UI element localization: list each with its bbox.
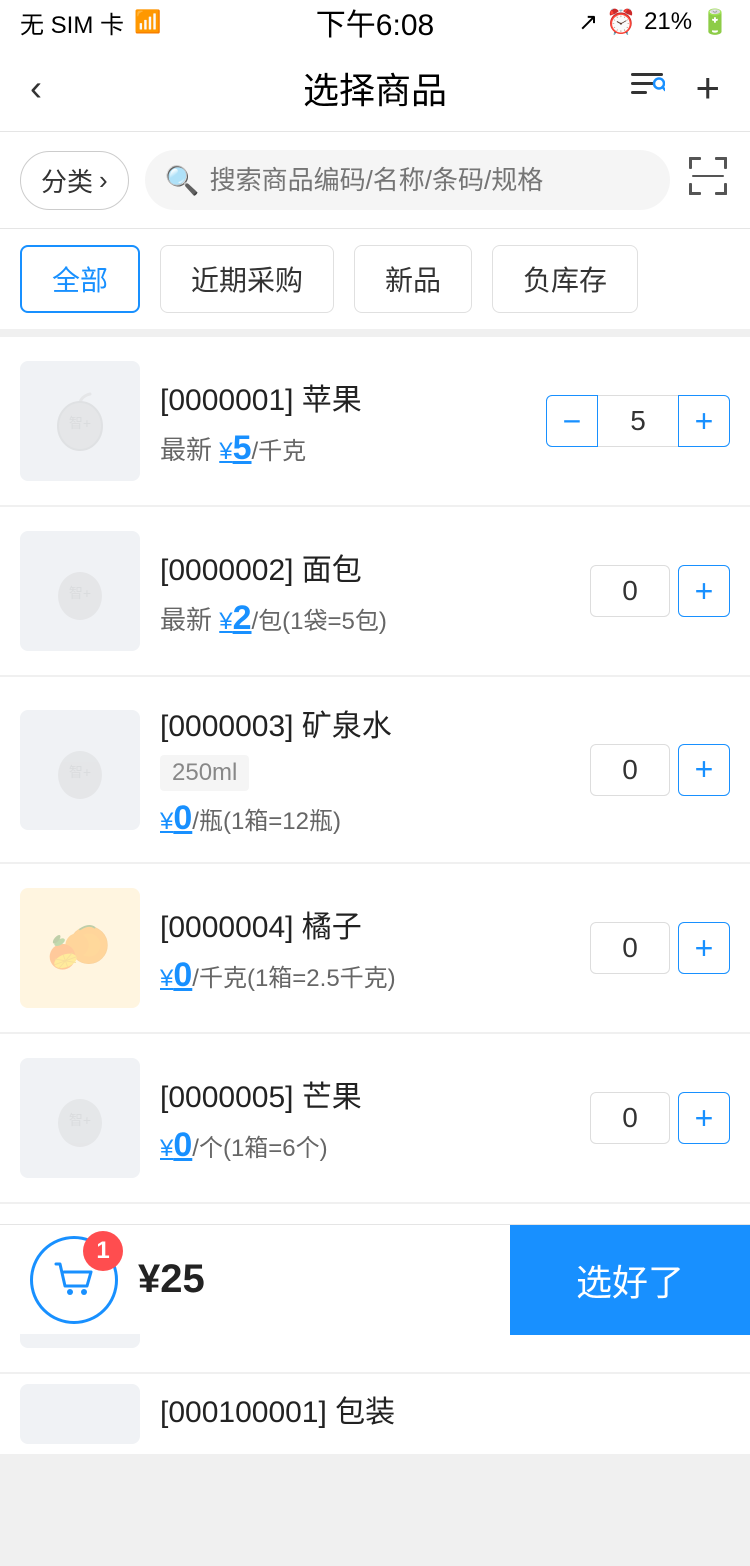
carrier-label: 无 SIM 卡 xyxy=(20,5,124,40)
back-button[interactable]: ‹ xyxy=(30,67,42,109)
battery-label: 21% xyxy=(644,8,692,36)
qty-plus-button[interactable]: + xyxy=(678,922,730,974)
product-item: [0000004] 橘子 ¥0/千克(1箱=2.5千克) + xyxy=(0,864,750,1032)
cart-area: 1 ¥25 xyxy=(30,1236,510,1324)
wifi-icon: 📶 xyxy=(134,9,161,35)
product-price: 最新 ¥2/包(1袋=5包) xyxy=(160,599,570,638)
qty-plus-button[interactable]: + xyxy=(678,1092,730,1144)
filter-bar: 分类 › 🔍 xyxy=(0,132,750,229)
svg-text:智+: 智+ xyxy=(69,1112,91,1128)
product-thumb xyxy=(20,1384,140,1444)
category-chevron: › xyxy=(99,165,108,196)
add-button[interactable]: + xyxy=(695,64,720,112)
search-input[interactable] xyxy=(210,165,650,196)
cart-button[interactable]: 1 xyxy=(30,1236,118,1324)
nav-actions: + xyxy=(629,64,720,112)
product-item: 智+ [0000003] 矿泉水 250ml ¥0/瓶(1箱=12瓶) + xyxy=(0,677,750,862)
product-info: [000100001] 包装 xyxy=(160,1387,730,1441)
location-icon: ↗ xyxy=(578,8,598,37)
nav-bar: ‹ 选择商品 + xyxy=(0,44,750,132)
cart-total: ¥25 xyxy=(138,1257,205,1302)
product-name: [0000005] 芒果 xyxy=(160,1072,570,1116)
tab-recent[interactable]: 近期采购 xyxy=(160,245,334,313)
product-thumb: 智+ xyxy=(20,710,140,830)
category-button[interactable]: 分类 › xyxy=(20,151,129,210)
qty-input[interactable] xyxy=(590,1092,670,1144)
product-price: ¥0/千克(1箱=2.5千克) xyxy=(160,956,570,995)
product-thumb xyxy=(20,888,140,1008)
product-name: [0000002] 面包 xyxy=(160,545,570,589)
product-price: 最新 ¥5/千克 xyxy=(160,429,526,468)
bottom-bar: 1 ¥25 选好了 xyxy=(0,1224,750,1334)
qty-plus-button[interactable]: + xyxy=(678,395,730,447)
search-box: 🔍 xyxy=(145,150,670,210)
alarm-icon: ⏰ xyxy=(606,8,636,37)
product-name: [000100001] 包装 xyxy=(160,1387,730,1431)
product-item-partial: [000100001] 包装 xyxy=(0,1374,750,1454)
product-thumb: 智+ xyxy=(20,1058,140,1178)
product-spec: 250ml xyxy=(160,755,249,791)
status-time: 下午6:08 xyxy=(316,0,434,44)
tab-new[interactable]: 新品 xyxy=(354,245,472,313)
qty-control: + xyxy=(590,565,730,617)
qty-input[interactable] xyxy=(590,922,670,974)
svg-text:智+: 智+ xyxy=(69,764,91,780)
status-right: ↗ ⏰ 21% 🔋 xyxy=(578,8,730,37)
tab-negative[interactable]: 负库存 xyxy=(492,245,638,313)
svg-text:智+: 智+ xyxy=(69,585,91,601)
qty-minus-button[interactable]: − xyxy=(546,395,598,447)
tab-bar: 全部 近期采购 新品 负库存 xyxy=(0,229,750,337)
status-left: 无 SIM 卡 📶 xyxy=(20,5,161,40)
page-title: 选择商品 xyxy=(303,62,447,114)
qty-control: + xyxy=(590,922,730,974)
product-info: [0000004] 橘子 ¥0/千克(1箱=2.5千克) xyxy=(160,902,570,995)
qty-input[interactable] xyxy=(590,565,670,617)
product-name: [0000001] 苹果 xyxy=(160,375,526,419)
product-price: ¥0/个(1箱=6个) xyxy=(160,1126,570,1165)
qty-input[interactable] xyxy=(590,744,670,796)
qty-control: + xyxy=(590,744,730,796)
filter-icon[interactable] xyxy=(629,68,665,108)
confirm-button[interactable]: 选好了 xyxy=(510,1225,750,1335)
tab-all[interactable]: 全部 xyxy=(20,245,140,313)
product-info: [0000002] 面包 最新 ¥2/包(1袋=5包) xyxy=(160,545,570,638)
qty-input[interactable] xyxy=(598,395,678,447)
product-info: [0000003] 矿泉水 250ml ¥0/瓶(1箱=12瓶) xyxy=(160,701,570,838)
status-bar: 无 SIM 卡 📶 下午6:08 ↗ ⏰ 21% 🔋 xyxy=(0,0,750,44)
product-thumb: 智+ xyxy=(20,361,140,481)
svg-text:智+: 智+ xyxy=(69,415,91,431)
qty-control: + xyxy=(590,1092,730,1144)
product-name: [0000004] 橘子 xyxy=(160,902,570,946)
product-item: 智+ [0000005] 芒果 ¥0/个(1箱=6个) + xyxy=(0,1034,750,1202)
product-price: ¥0/瓶(1箱=12瓶) xyxy=(160,799,570,838)
search-icon: 🔍 xyxy=(165,164,200,197)
product-item: 智+ [0000001] 苹果 最新 ¥5/千克 − + xyxy=(0,337,750,505)
category-label: 分类 xyxy=(41,162,93,199)
product-name: [0000003] 矿泉水 xyxy=(160,701,570,745)
scan-icon[interactable] xyxy=(686,154,730,207)
qty-plus-button[interactable]: + xyxy=(678,744,730,796)
product-info: [0000005] 芒果 ¥0/个(1箱=6个) xyxy=(160,1072,570,1165)
product-info: [0000001] 苹果 最新 ¥5/千克 xyxy=(160,375,526,468)
battery-icon: 🔋 xyxy=(700,8,730,37)
qty-plus-button[interactable]: + xyxy=(678,565,730,617)
qty-control: − + xyxy=(546,395,730,447)
product-thumb: 智+ xyxy=(20,531,140,651)
product-item: 智+ [0000002] 面包 最新 ¥2/包(1袋=5包) + xyxy=(0,507,750,675)
cart-badge: 1 xyxy=(83,1231,123,1271)
